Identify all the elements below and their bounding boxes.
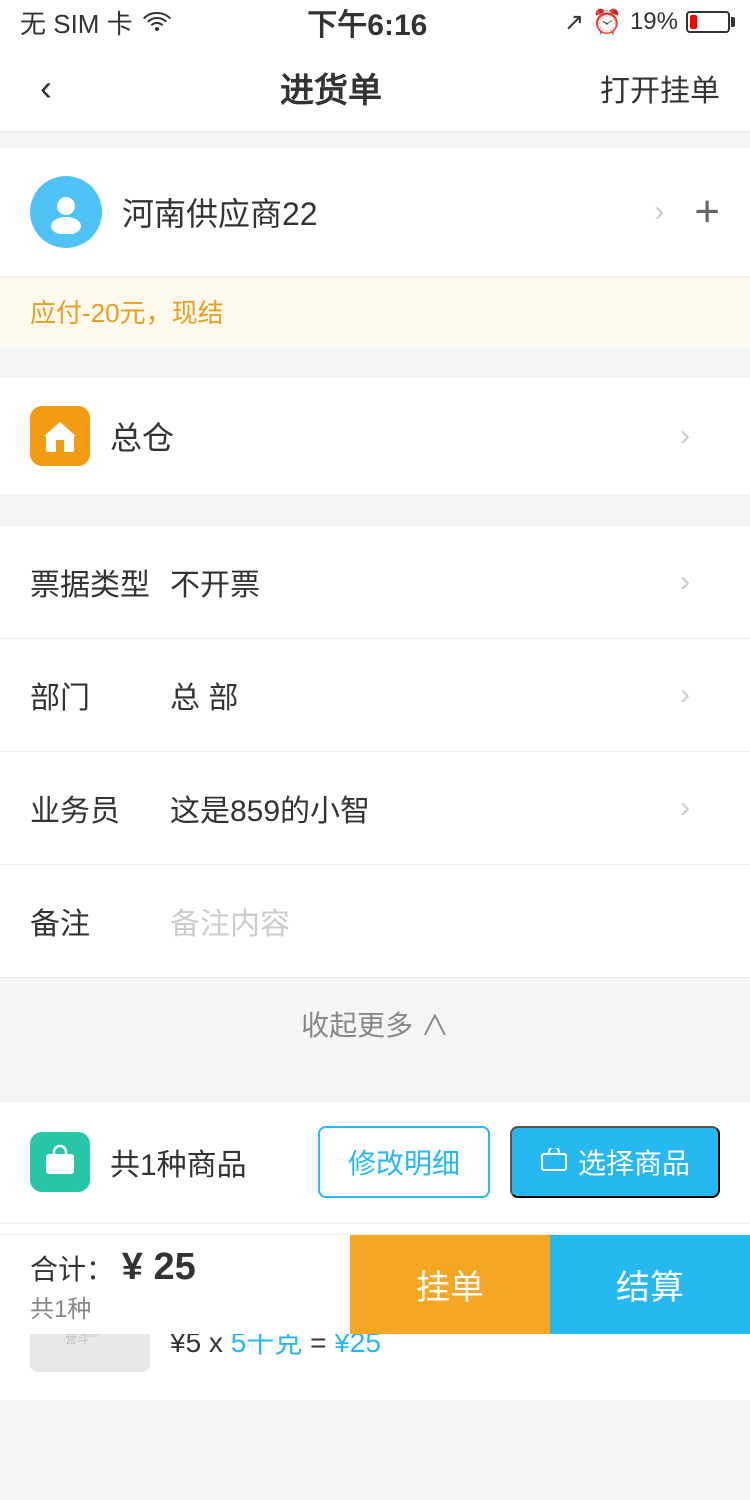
location-icon: ↗: [564, 8, 584, 37]
supplier-row[interactable]: 河南供应商22 › +: [0, 148, 750, 277]
products-header: 共1种商品 修改明细 选择商品: [0, 1102, 750, 1222]
supplier-chevron-icon: ›: [654, 195, 664, 229]
select-product-button[interactable]: 选择商品: [510, 1126, 720, 1198]
add-icon[interactable]: +: [694, 187, 720, 237]
page-title: 进货单: [280, 63, 382, 112]
remark-row[interactable]: 备注 备注内容: [0, 865, 750, 977]
total-label: 合计：: [30, 1254, 114, 1285]
ticket-type-label: 票据类型: [30, 560, 150, 604]
warehouse-chevron-icon: ›: [680, 419, 690, 453]
notice-bar: 应付-20元，现结: [0, 277, 750, 346]
collapse-bar[interactable]: 收起更多 ∧: [0, 977, 750, 1070]
edit-detail-button[interactable]: 修改明细: [318, 1126, 490, 1198]
warehouse-icon: [30, 406, 90, 466]
total-section: 合计： ¥ 25 共1种: [0, 1235, 350, 1334]
salesman-value: 这是859的小智: [150, 786, 680, 830]
ticket-chevron-icon: ›: [680, 565, 690, 599]
back-button[interactable]: ‹: [30, 57, 62, 119]
warehouse-row[interactable]: 总仓 ›: [0, 378, 750, 494]
total-amount: ¥ 25: [122, 1246, 196, 1288]
divider-2: [0, 346, 750, 362]
warehouse-name: 总仓: [110, 413, 680, 459]
nav-bar: ‹ 进货单 打开挂单: [0, 44, 750, 132]
checkout-button[interactable]: 结算: [550, 1235, 750, 1334]
status-bar: 无 SIM 卡 下午6:16 ↗ ⏰ 19%: [0, 0, 750, 44]
alarm-icon: ⏰: [592, 8, 622, 37]
salesman-label: 业务员: [30, 786, 150, 830]
battery-icon: [686, 11, 730, 33]
supplier-name: 河南供应商22: [122, 189, 654, 235]
carrier-label: 无 SIM 卡: [20, 4, 133, 41]
ticket-type-row[interactable]: 票据类型 不开票 ›: [0, 526, 750, 639]
salesman-chevron-icon: ›: [680, 791, 690, 825]
status-right: ↗ ⏰ 19%: [564, 8, 730, 37]
dept-row[interactable]: 部门 总 部 ›: [0, 639, 750, 752]
wifi-icon: [143, 7, 171, 38]
total-count: 共1种: [30, 1289, 320, 1324]
divider-4: [0, 1070, 750, 1086]
hang-button[interactable]: 挂单: [350, 1235, 550, 1334]
svg-text:营斗: 营斗: [65, 1332, 89, 1346]
bottom-bar: 合计： ¥ 25 共1种 挂单 结算: [0, 1234, 750, 1334]
select-product-label: 选择商品: [578, 1142, 690, 1182]
status-left: 无 SIM 卡: [20, 4, 171, 41]
status-time: 下午6:16: [307, 0, 427, 44]
dept-chevron-icon: ›: [680, 678, 690, 712]
product-count-label: 共1种商品: [110, 1140, 298, 1184]
remark-label: 备注: [30, 899, 150, 943]
open-hang-button[interactable]: 打开挂单: [600, 66, 720, 110]
form-section: 票据类型 不开票 › 部门 总 部 › 业务员 这是859的小智 › 备注 备注…: [0, 526, 750, 977]
divider-1: [0, 132, 750, 148]
divider-3: [0, 494, 750, 510]
dept-value: 总 部: [150, 673, 680, 717]
dept-label: 部门: [30, 673, 150, 717]
supplier-avatar: [30, 176, 102, 248]
battery-percent: 19%: [630, 8, 678, 36]
salesman-row[interactable]: 业务员 这是859的小智 ›: [0, 752, 750, 865]
supplier-section: 河南供应商22 › + 应付-20元，现结: [0, 148, 750, 346]
remark-input[interactable]: 备注内容: [150, 899, 720, 943]
ticket-type-value: 不开票: [150, 560, 680, 604]
product-count-icon: [30, 1132, 90, 1192]
warehouse-section: 总仓 ›: [0, 378, 750, 494]
